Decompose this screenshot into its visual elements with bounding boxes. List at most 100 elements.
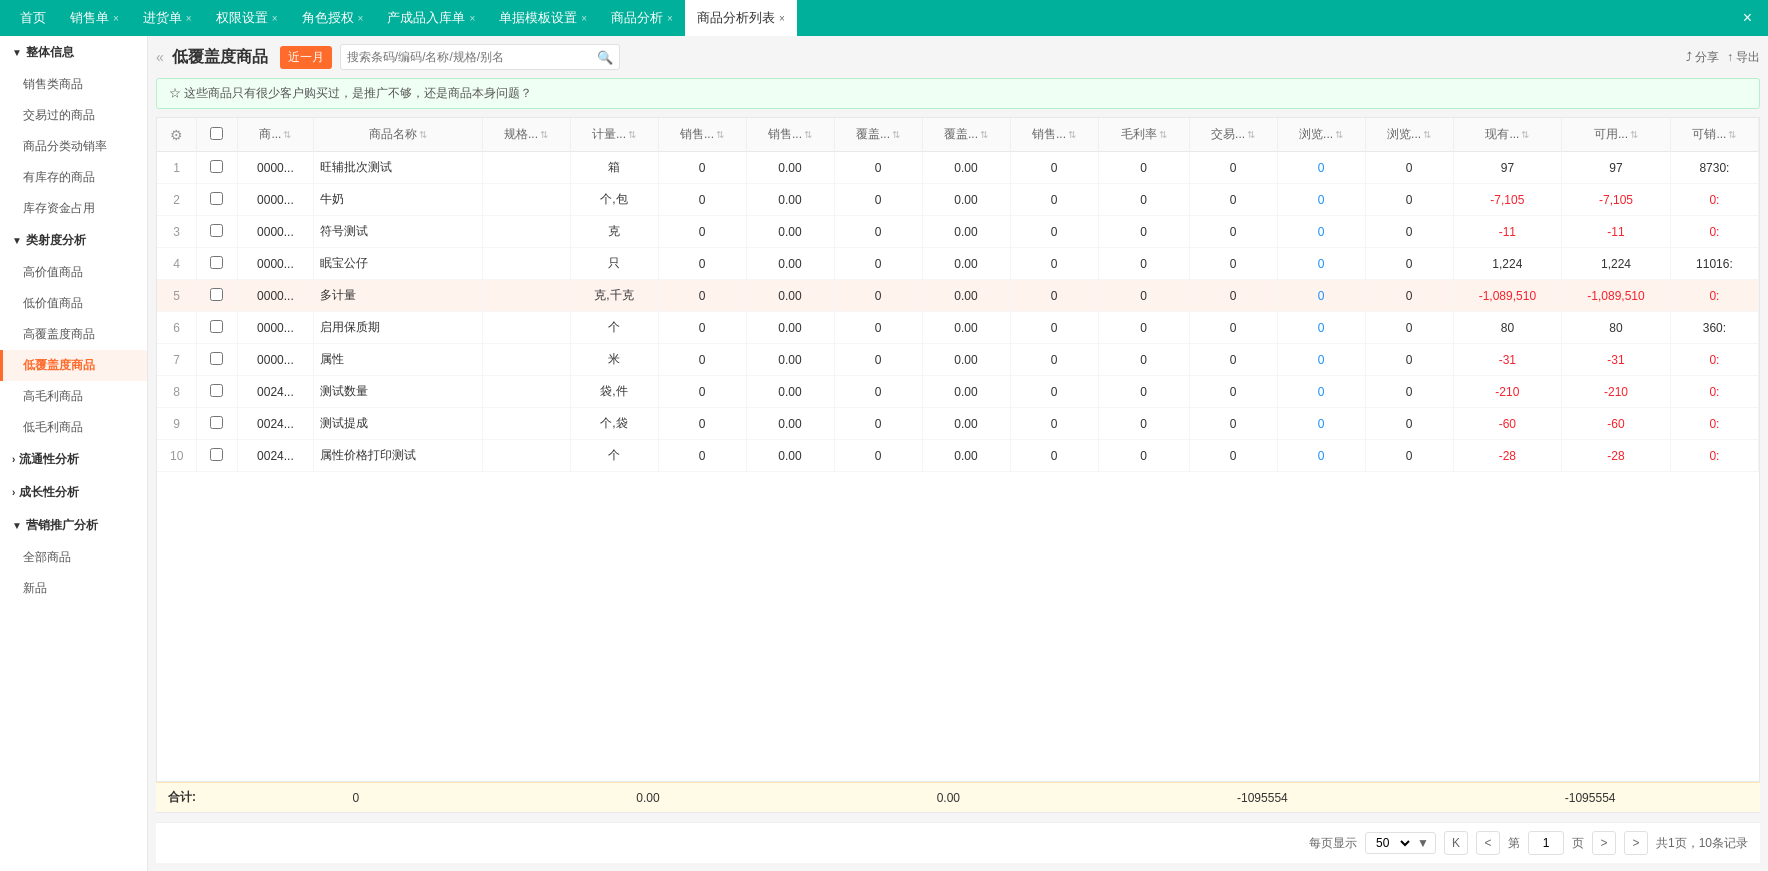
col-cov2[interactable]: 覆盖...⇅ xyxy=(922,118,1010,152)
row-checkbox[interactable] xyxy=(210,256,223,269)
sidebar-item-low-coverage[interactable]: 低覆盖度商品 xyxy=(0,350,147,381)
page-number-input[interactable] xyxy=(1528,831,1564,855)
cell-browse1[interactable]: 0 xyxy=(1277,344,1365,376)
sidebar-item-sales-goods[interactable]: 销售类商品 xyxy=(0,69,147,100)
cell-browse1[interactable]: 0 xyxy=(1277,408,1365,440)
browse-link[interactable]: 0 xyxy=(1318,353,1325,367)
nav-purchase[interactable]: 进货单× xyxy=(131,0,204,36)
table-container[interactable]: ⚙ 商...⇅ 商品名称⇅ 规格...⇅ 计量...⇅ 销售...⇅ 销售...… xyxy=(156,117,1760,782)
nav-analysis[interactable]: 商品分析× xyxy=(599,0,685,36)
row-checkbox[interactable] xyxy=(210,224,223,237)
cell-browse1[interactable]: 0 xyxy=(1277,312,1365,344)
cell-checkbox[interactable] xyxy=(197,248,237,280)
browse-link[interactable]: 0 xyxy=(1318,417,1325,431)
nav-templates-close[interactable]: × xyxy=(581,13,587,24)
sidebar-item-low-profit[interactable]: 低毛利商品 xyxy=(0,412,147,443)
sidebar-item-all-goods[interactable]: 全部商品 xyxy=(0,542,147,573)
search-input[interactable] xyxy=(347,50,597,64)
row-checkbox[interactable] xyxy=(210,160,223,173)
page-size-select[interactable]: 50 20 100 200 ▼ xyxy=(1365,832,1436,854)
cell-browse1[interactable]: 0 xyxy=(1277,152,1365,184)
export-button[interactable]: ↑ 导出 xyxy=(1727,49,1760,66)
sidebar-item-high-coverage[interactable]: 高覆盖度商品 xyxy=(0,319,147,350)
cell-checkbox[interactable] xyxy=(197,440,237,472)
nav-home[interactable]: 首页 xyxy=(8,0,58,36)
row-checkbox[interactable] xyxy=(210,352,223,365)
nav-analysis-close[interactable]: × xyxy=(667,13,673,24)
cell-browse1[interactable]: 0 xyxy=(1277,184,1365,216)
browse-link[interactable]: 0 xyxy=(1318,161,1325,175)
col-unit[interactable]: 计量...⇅ xyxy=(570,118,658,152)
col-browse1[interactable]: 浏览...⇅ xyxy=(1277,118,1365,152)
col-checkbox[interactable] xyxy=(197,118,237,152)
sidebar-section-growth[interactable]: › 成长性分析 xyxy=(0,476,147,509)
col-available[interactable]: 可用...⇅ xyxy=(1562,118,1671,152)
col-browse2[interactable]: 浏览...⇅ xyxy=(1365,118,1453,152)
cell-checkbox[interactable] xyxy=(197,152,237,184)
sidebar-item-stocked[interactable]: 有库存的商品 xyxy=(0,162,147,193)
sidebar-item-high-profit[interactable]: 高毛利商品 xyxy=(0,381,147,412)
search-icon[interactable]: 🔍 xyxy=(597,50,613,65)
nav-permissions-close[interactable]: × xyxy=(272,13,278,24)
col-name[interactable]: 商品名称⇅ xyxy=(314,118,482,152)
page-size-dropdown[interactable]: 50 20 100 200 xyxy=(1372,835,1413,851)
browse-link[interactable]: 0 xyxy=(1318,289,1325,303)
next-page-button[interactable]: > xyxy=(1592,831,1616,855)
col-trade[interactable]: 交易...⇅ xyxy=(1189,118,1277,152)
cell-browse1[interactable]: 0 xyxy=(1277,440,1365,472)
nav-analysis-list[interactable]: 商品分析列表× xyxy=(685,0,797,36)
row-checkbox[interactable] xyxy=(210,288,223,301)
browse-link[interactable]: 0 xyxy=(1318,385,1325,399)
nav-close-all[interactable]: × xyxy=(1735,9,1760,27)
row-checkbox[interactable] xyxy=(210,448,223,461)
col-current[interactable]: 现有...⇅ xyxy=(1453,118,1562,152)
period-button[interactable]: 近一月 xyxy=(280,46,332,69)
row-checkbox[interactable] xyxy=(210,416,223,429)
settings-icon[interactable]: ⚙ xyxy=(170,127,183,143)
nav-roles-close[interactable]: × xyxy=(358,13,364,24)
nav-roles[interactable]: 角色授权× xyxy=(290,0,376,36)
col-sales-c[interactable]: 销售...⇅ xyxy=(1010,118,1098,152)
nav-products[interactable]: 产成品入库单× xyxy=(375,0,487,36)
prev-page-button[interactable]: < xyxy=(1476,831,1500,855)
sidebar-section-marketing[interactable]: ▼ 营销推广分析 xyxy=(0,509,147,542)
col-settings[interactable]: ⚙ xyxy=(157,118,197,152)
col-saleable[interactable]: 可销...⇅ xyxy=(1670,118,1758,152)
browse-link[interactable]: 0 xyxy=(1318,449,1325,463)
col-code[interactable]: 商...⇅ xyxy=(237,118,314,152)
cell-checkbox[interactable] xyxy=(197,344,237,376)
sidebar-item-low-value[interactable]: 低价值商品 xyxy=(0,288,147,319)
first-page-button[interactable]: K xyxy=(1444,831,1468,855)
cell-checkbox[interactable] xyxy=(197,216,237,248)
browse-link[interactable]: 0 xyxy=(1318,193,1325,207)
row-checkbox[interactable] xyxy=(210,192,223,205)
sidebar-section-overall[interactable]: ▼ 整体信息 xyxy=(0,36,147,69)
nav-sales-close[interactable]: × xyxy=(113,13,119,24)
sidebar-section-dimension[interactable]: ▼ 类射度分析 xyxy=(0,224,147,257)
row-checkbox[interactable] xyxy=(210,320,223,333)
row-checkbox[interactable] xyxy=(210,384,223,397)
col-gross[interactable]: 毛利率⇅ xyxy=(1098,118,1189,152)
cell-browse1[interactable]: 0 xyxy=(1277,376,1365,408)
last-page-button[interactable]: > xyxy=(1624,831,1648,855)
nav-products-close[interactable]: × xyxy=(469,13,475,24)
col-cov1[interactable]: 覆盖...⇅ xyxy=(834,118,922,152)
browse-link[interactable]: 0 xyxy=(1318,321,1325,335)
browse-link[interactable]: 0 xyxy=(1318,257,1325,271)
select-all-checkbox[interactable] xyxy=(210,127,223,140)
sidebar-item-traded-goods[interactable]: 交易过的商品 xyxy=(0,100,147,131)
browse-link[interactable]: 0 xyxy=(1318,225,1325,239)
sidebar-item-new-goods[interactable]: 新品 xyxy=(0,573,147,604)
share-button[interactable]: ⤴ 分享 xyxy=(1686,49,1719,66)
sidebar-item-turnover[interactable]: 商品分类动销率 xyxy=(0,131,147,162)
sidebar-item-high-value[interactable]: 高价值商品 xyxy=(0,257,147,288)
cell-browse1[interactable]: 0 xyxy=(1277,280,1365,312)
sidebar-section-liquidity[interactable]: › 流通性分析 xyxy=(0,443,147,476)
nav-templates[interactable]: 单据模板设置× xyxy=(487,0,599,36)
col-sales-qty[interactable]: 销售...⇅ xyxy=(658,118,746,152)
col-sales-amt[interactable]: 销售...⇅ xyxy=(746,118,834,152)
cell-checkbox[interactable] xyxy=(197,280,237,312)
nav-purchase-close[interactable]: × xyxy=(186,13,192,24)
nav-permissions[interactable]: 权限设置× xyxy=(204,0,290,36)
col-spec[interactable]: 规格...⇅ xyxy=(482,118,570,152)
